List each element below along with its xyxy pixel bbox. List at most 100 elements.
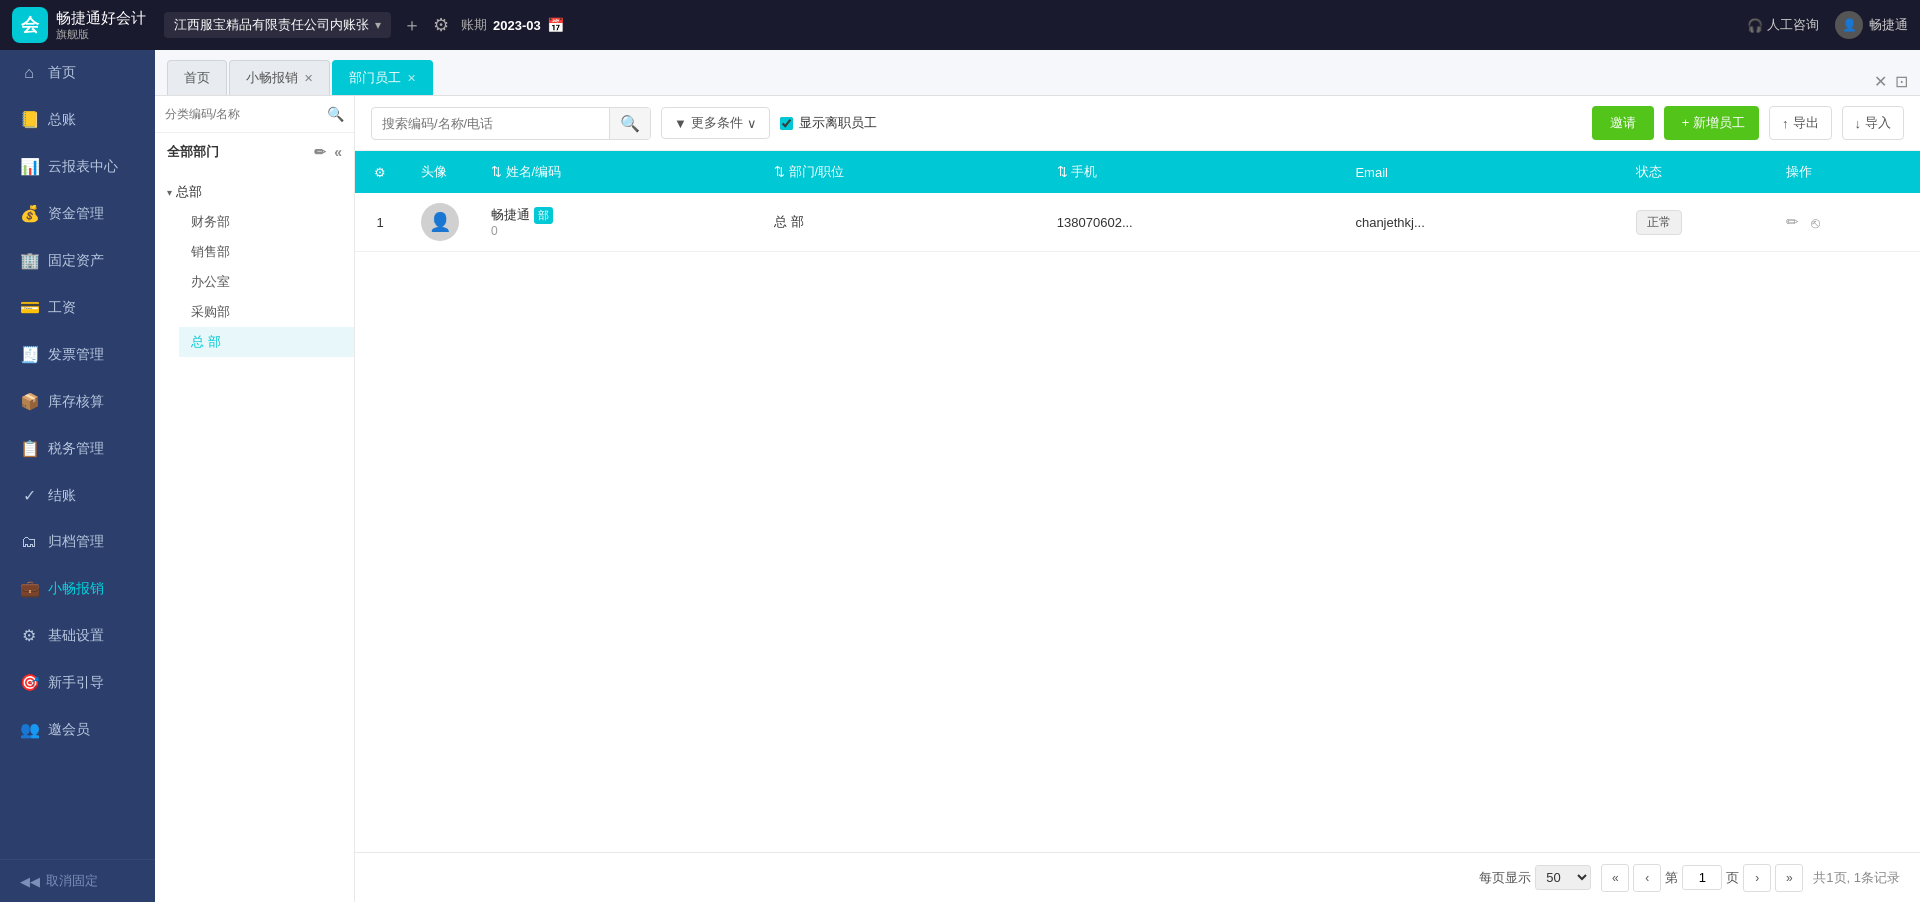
- page-size-select: 每页显示 10 20 50 100: [1479, 865, 1591, 890]
- row-avatar-cell: 👤: [405, 193, 475, 252]
- col-name[interactable]: ⇅ 姓名/编码: [475, 151, 758, 193]
- tab-dept-employee[interactable]: 部门员工 ✕: [332, 60, 433, 95]
- filter-button[interactable]: ▼ 更多条件 ∨: [661, 107, 770, 139]
- sidebar-item-ledger[interactable]: 📒 总账: [0, 96, 155, 143]
- settings-icon[interactable]: ⚙: [433, 14, 449, 36]
- export-button[interactable]: ↑ 导出: [1769, 106, 1832, 140]
- sidebar-item-inventory[interactable]: 📦 库存核算: [0, 378, 155, 425]
- sidebar-item-invite[interactable]: 👥 邀会员: [0, 706, 155, 753]
- add-employee-button[interactable]: + 新增员工: [1664, 106, 1759, 140]
- sidebar-item-label: 邀会员: [48, 721, 90, 739]
- prev-page-button[interactable]: ‹: [1633, 864, 1661, 892]
- page-nav: « ‹ 第 页 › »: [1601, 864, 1803, 892]
- edit-icon[interactable]: ✏: [1786, 213, 1799, 231]
- sidebar-item-tax[interactable]: 📋 税务管理: [0, 425, 155, 472]
- tab-dept-close-icon[interactable]: ✕: [407, 72, 416, 85]
- status-badge: 正常: [1636, 210, 1682, 235]
- dept-group-name: 总部: [176, 183, 202, 201]
- logout-icon[interactable]: ⎋: [1811, 214, 1820, 231]
- row-email-cell: chanjethkj...: [1339, 193, 1620, 252]
- unpin-label: 取消固定: [46, 872, 98, 890]
- sidebar-item-expense[interactable]: 💼 小畅报销: [0, 565, 155, 612]
- sidebar-item-invoice[interactable]: 🧾 发票管理: [0, 331, 155, 378]
- dept-header-icons: ✏ «: [314, 144, 342, 160]
- tab-expense[interactable]: 小畅报销 ✕: [229, 60, 330, 95]
- dept-group-header[interactable]: ▾ 总部: [155, 177, 354, 207]
- dept-search-input[interactable]: [165, 107, 323, 121]
- home-icon: ⌂: [20, 64, 38, 82]
- dept-child-caigou[interactable]: 采购部: [179, 297, 354, 327]
- page-size-dropdown[interactable]: 10 20 50 100: [1535, 865, 1591, 890]
- sidebar-item-label: 新手引导: [48, 674, 104, 692]
- period-value: 2023-03: [493, 18, 541, 33]
- tab-home[interactable]: 首页: [167, 60, 227, 95]
- show-resigned-label[interactable]: 显示离职员工: [799, 114, 877, 132]
- edit-dept-icon[interactable]: ✏: [314, 144, 326, 160]
- sidebar-item-close[interactable]: ✓ 结账: [0, 472, 155, 519]
- dept-child-caiwu[interactable]: 财务部: [179, 207, 354, 237]
- company-selector[interactable]: 江西服宝精品有限责任公司内账张 ▾: [164, 12, 391, 38]
- dept-search: 🔍: [155, 96, 354, 133]
- dept-group: ▾ 总部 财务部 销售部 办公室 采购部 总 部: [155, 175, 354, 359]
- next-page-button[interactable]: ›: [1743, 864, 1771, 892]
- report-icon: 📊: [20, 157, 38, 176]
- collapse-icon[interactable]: «: [334, 144, 342, 160]
- all-dept-label: 全部部门: [167, 143, 219, 161]
- maximize-icon[interactable]: ⊡: [1895, 72, 1908, 91]
- show-resigned-checkbox[interactable]: [780, 117, 793, 130]
- invite-icon: 👥: [20, 720, 38, 739]
- unpin-button[interactable]: ◀◀ 取消固定: [0, 859, 155, 902]
- topbar-right: 🎧 人工咨询 👤 畅捷通: [1747, 11, 1908, 39]
- import-button[interactable]: ↓ 导入: [1842, 106, 1905, 140]
- sidebar-item-guide[interactable]: 🎯 新手引导: [0, 659, 155, 706]
- search-button[interactable]: 🔍: [609, 108, 650, 139]
- search-icon: 🔍: [620, 115, 640, 132]
- col-phone[interactable]: ⇅ 手机: [1041, 151, 1340, 193]
- invite-button[interactable]: 邀请: [1592, 106, 1654, 140]
- company-name: 江西服宝精品有限责任公司内账张: [174, 16, 369, 34]
- period-area: 账期 2023-03 📅: [461, 16, 564, 34]
- funds-icon: 💰: [20, 204, 38, 223]
- col-status: 状态: [1620, 151, 1770, 193]
- tab-dept-label: 部门员工: [349, 69, 401, 87]
- dept-children: 财务部 销售部 办公室 采购部 总 部: [155, 207, 354, 357]
- logo-area: 会 畅捷通好会计 旗舰版: [12, 7, 152, 43]
- add-company-icon[interactable]: ＋: [403, 13, 421, 37]
- search-input[interactable]: [372, 110, 609, 137]
- dept-child-bangong[interactable]: 办公室: [179, 267, 354, 297]
- dept-child-xiaoshou[interactable]: 销售部: [179, 237, 354, 267]
- sidebar-item-salary[interactable]: 💳 工资: [0, 284, 155, 331]
- user-area[interactable]: 👤 畅捷通: [1835, 11, 1908, 39]
- page-input[interactable]: [1682, 865, 1722, 890]
- col-settings[interactable]: ⚙: [355, 151, 405, 193]
- last-page-button[interactable]: »: [1775, 864, 1803, 892]
- table-container: ⚙ 头像 ⇅ 姓名/编码 ⇅ 部门/职位 ⇅ 手机 Email 状态 操作: [355, 151, 1920, 852]
- dept-mini-badge: 部: [534, 207, 553, 224]
- col-dept[interactable]: ⇅ 部门/职位: [758, 151, 1041, 193]
- sidebar-item-home[interactable]: ⌂ 首页: [0, 50, 155, 96]
- table-header-row: ⚙ 头像 ⇅ 姓名/编码 ⇅ 部门/职位 ⇅ 手机 Email 状态 操作: [355, 151, 1920, 193]
- employee-code: 0: [491, 224, 742, 238]
- tabs-right: ✕ ⊡: [1862, 72, 1920, 95]
- first-page-button[interactable]: «: [1601, 864, 1629, 892]
- service-button[interactable]: 🎧 人工咨询: [1747, 16, 1819, 34]
- row-status-cell: 正常: [1620, 193, 1770, 252]
- minimize-icon[interactable]: ✕: [1874, 72, 1887, 91]
- toggle-icon: ▾: [167, 187, 172, 198]
- sidebar-item-label: 发票管理: [48, 346, 104, 364]
- sidebar-item-label: 基础设置: [48, 627, 104, 645]
- dept-child-zongbu[interactable]: 总 部: [179, 327, 354, 357]
- sidebar-item-label: 固定资产: [48, 252, 104, 270]
- salary-icon: 💳: [20, 298, 38, 317]
- sidebar-item-report[interactable]: 📊 云报表中心: [0, 143, 155, 190]
- search-icon[interactable]: 🔍: [327, 106, 344, 122]
- sidebar-item-fixed-assets[interactable]: 🏢 固定资产: [0, 237, 155, 284]
- row-dept-cell: 总 部: [758, 193, 1041, 252]
- tab-expense-close-icon[interactable]: ✕: [304, 72, 313, 85]
- sidebar-item-archive[interactable]: 🗂 归档管理: [0, 519, 155, 565]
- sidebar-item-funds[interactable]: 💰 资金管理: [0, 190, 155, 237]
- filter-icon: ▼: [674, 116, 687, 131]
- page-unit: 页: [1726, 869, 1739, 887]
- sidebar-item-basic[interactable]: ⚙ 基础设置: [0, 612, 155, 659]
- calendar-icon[interactable]: 📅: [547, 17, 564, 33]
